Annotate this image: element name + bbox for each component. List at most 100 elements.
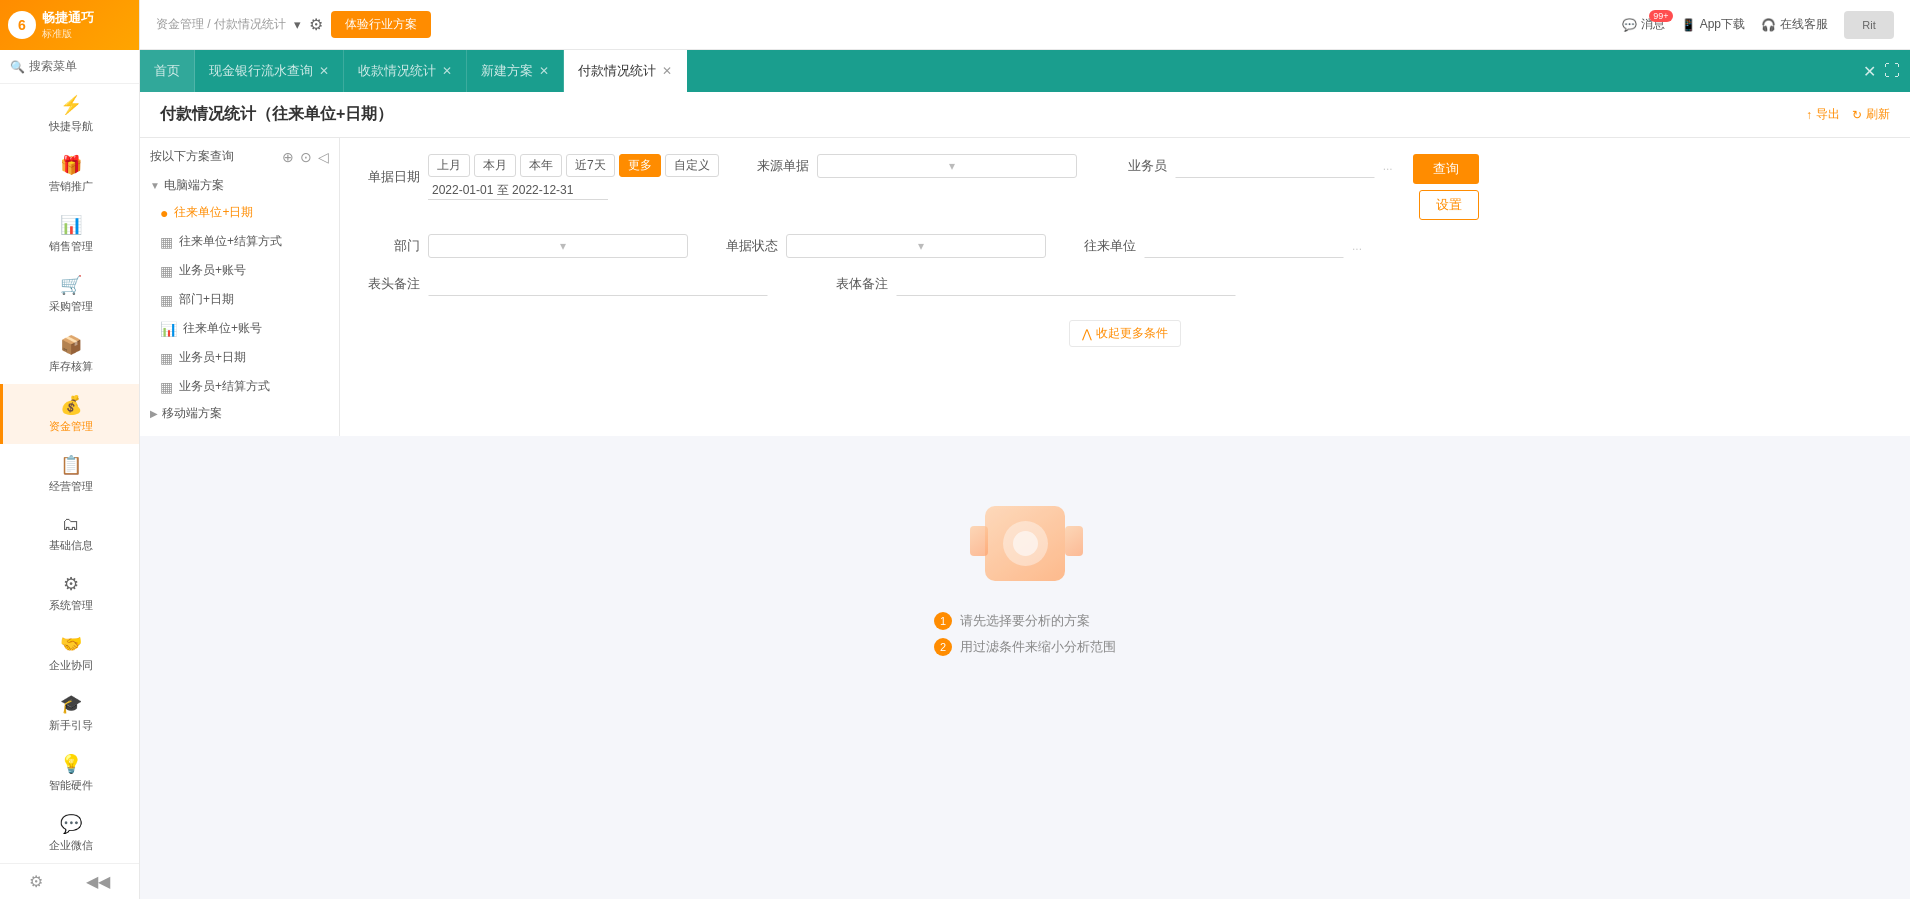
export-btn[interactable]: ↑ 导出	[1806, 106, 1840, 123]
sidebar-item-inventory[interactable]: 📦 库存核算	[0, 324, 139, 384]
sidebar-item-purchase[interactable]: 🛒 采购管理	[0, 264, 139, 324]
header-right: 💬 消息 99+ 📱 App下载 🎧 在线客服 Rit	[1622, 11, 1894, 39]
sidebar-item-enterprise[interactable]: 🤝 企业协同	[0, 623, 139, 683]
add-scheme-icon[interactable]: ⊕	[282, 149, 294, 165]
sidebar-search-btn[interactable]: 🔍 搜索菜单	[0, 50, 139, 84]
empty-text-list: 1 请先选择要分析的方案 2 用过滤条件来缩小分析范围	[934, 612, 1116, 664]
breadcrumb-dropdown-icon[interactable]: ▾	[294, 17, 301, 32]
scheme-item-staff-account[interactable]: ▦ 业务员+账号	[140, 256, 339, 285]
date-btn-last-month[interactable]: 上月	[428, 154, 470, 177]
select-arrow-icon: ▾	[918, 239, 1037, 253]
tab-new-plan-close-icon[interactable]: ✕	[539, 64, 549, 78]
sidebar-footer: ⚙ ◀◀	[0, 863, 139, 899]
scheme-active-icon: ●	[160, 205, 168, 221]
scheme-item-label: 往来单位+结算方式	[179, 233, 282, 250]
scheme-panel-title: 按以下方案查询	[150, 148, 234, 165]
header-settings-icon[interactable]: ⚙	[309, 15, 323, 34]
salesperson-field: 业务员 ...	[1097, 154, 1393, 178]
settings-footer-icon[interactable]: ⚙	[29, 872, 43, 891]
notifications-badge: 99+	[1649, 10, 1672, 22]
scheme-item-partner-account[interactable]: 📊 往来单位+账号	[140, 314, 339, 343]
table-header-note-input[interactable]	[428, 272, 768, 296]
collapse-label: 收起更多条件	[1096, 325, 1168, 342]
sidebar-item-newbie[interactable]: 🎓 新手引导	[0, 683, 139, 743]
scheme-item-partner-date[interactable]: ● 往来单位+日期	[140, 198, 339, 227]
tab-expand-icon[interactable]: ⛶	[1884, 62, 1900, 80]
sidebar-item-hardware[interactable]: 💡 智能硬件	[0, 743, 139, 803]
date-btn-custom[interactable]: 自定义	[665, 154, 719, 177]
sidebar-item-marketing[interactable]: 🎁 营销推广	[0, 144, 139, 204]
empty-step-2: 2 用过滤条件来缩小分析范围	[934, 638, 1116, 656]
user-avatar[interactable]: Rit	[1844, 11, 1894, 39]
settings-btn[interactable]: 设置	[1419, 190, 1479, 220]
date-btn-more[interactable]: 更多	[619, 154, 661, 177]
table-body-note-input[interactable]	[896, 272, 1236, 296]
empty-step-1: 1 请先选择要分析的方案	[934, 612, 1116, 630]
scheme-item-staff-settlement[interactable]: ▦ 业务员+结算方式	[140, 372, 339, 401]
quick-nav-icon: ⚡	[60, 94, 82, 116]
voucher-status-select[interactable]: ▾	[786, 234, 1046, 258]
date-btn-this-year[interactable]: 本年	[520, 154, 562, 177]
query-btn[interactable]: 查询	[1413, 154, 1479, 184]
refresh-btn[interactable]: ↻ 刷新	[1852, 106, 1890, 123]
tab-receipts[interactable]: 收款情况统计 ✕	[344, 50, 467, 92]
collapse-sidebar-icon[interactable]: ◀◀	[86, 872, 110, 891]
scheme-item-label: 往来单位+账号	[183, 320, 262, 337]
scheme-item-staff-date[interactable]: ▦ 业务员+日期	[140, 343, 339, 372]
scheme-icon: ▦	[160, 263, 173, 279]
sidebar-item-label: 新手引导	[49, 718, 93, 733]
sidebar-item-label: 库存核算	[49, 359, 93, 374]
settings-scheme-icon[interactable]: ⊙	[300, 149, 312, 165]
collapse-scheme-icon[interactable]: ◁	[318, 149, 329, 165]
department-select[interactable]: ▾	[428, 234, 688, 258]
scheme-panel: 按以下方案查询 ⊕ ⊙ ◁ ▼ 电脑端方案 ● 往来单位+日期	[140, 138, 340, 436]
tab-cashflow-label: 现金银行流水查询	[209, 62, 313, 80]
sidebar-item-operation[interactable]: 📋 经营管理	[0, 444, 139, 504]
scheme-group-desktop-header[interactable]: ▼ 电脑端方案	[140, 173, 339, 198]
tab-cashflow-close-icon[interactable]: ✕	[319, 64, 329, 78]
sidebar-item-base[interactable]: 🗂 基础信息	[0, 504, 139, 563]
source-voucher-select[interactable]: ▾	[817, 154, 1077, 178]
app-download-btn[interactable]: 📱 App下载	[1681, 16, 1745, 33]
scheme-item-partner-settlement[interactable]: ▦ 往来单位+结算方式	[140, 227, 339, 256]
filter-row-3: 表头备注 表体备注	[360, 272, 1890, 296]
tab-receipts-close-icon[interactable]: ✕	[442, 64, 452, 78]
sidebar-item-sales[interactable]: 📊 销售管理	[0, 204, 139, 264]
sidebar-item-quick-nav[interactable]: ⚡ 快捷导航	[0, 84, 139, 144]
scheme-item-dept-date[interactable]: ▦ 部门+日期	[140, 285, 339, 314]
wechat-icon: 💬	[60, 813, 82, 835]
table-body-note-field: 表体备注	[828, 272, 1236, 296]
date-range-input[interactable]	[428, 181, 608, 200]
partner-input[interactable]	[1144, 234, 1344, 258]
sidebar-header: 6 畅捷通巧 标准版	[0, 0, 139, 50]
tab-new-plan-label: 新建方案	[481, 62, 533, 80]
tab-payment-stats-close-icon[interactable]: ✕	[662, 64, 672, 78]
collapse-more-btn[interactable]: ⋀ 收起更多条件	[1069, 320, 1181, 347]
date-btn-7days[interactable]: 近7天	[566, 154, 615, 177]
scheme-group-mobile-header[interactable]: ▶ 移动端方案	[140, 401, 339, 426]
table-header-note-label: 表头备注	[360, 275, 420, 293]
scheme-item-label: 业务员+结算方式	[179, 378, 270, 395]
sidebar-item-funds[interactable]: 💰 资金管理	[0, 384, 139, 444]
headset-icon: 🎧	[1761, 18, 1776, 32]
voucher-status-label: 单据状态	[708, 237, 778, 255]
partner-more-icon[interactable]: ...	[1352, 239, 1362, 253]
sidebar-item-system[interactable]: ⚙ 系统管理	[0, 563, 139, 623]
sidebar-item-wechat[interactable]: 💬 企业微信	[0, 803, 139, 863]
empty-step-1-text: 请先选择要分析的方案	[960, 612, 1090, 630]
date-buttons: 上月 本月 本年 近7天 更多 自定义	[428, 154, 719, 177]
tab-new-plan[interactable]: 新建方案 ✕	[467, 50, 564, 92]
salesperson-input[interactable]	[1175, 154, 1375, 178]
partner-label: 往来单位	[1066, 237, 1136, 255]
tab-home[interactable]: 首页	[140, 50, 195, 92]
online-service-btn[interactable]: 🎧 在线客服	[1761, 16, 1828, 33]
salesperson-more-icon[interactable]: ...	[1383, 159, 1393, 173]
notifications-btn[interactable]: 💬 消息 99+	[1622, 16, 1665, 33]
date-btn-this-month[interactable]: 本月	[474, 154, 516, 177]
tab-payment-stats[interactable]: 付款情况统计 ✕	[564, 50, 687, 92]
tab-close-all-icon[interactable]: ✕	[1863, 62, 1876, 81]
trial-btn[interactable]: 体验行业方案	[331, 11, 431, 38]
scheme-icon: ▦	[160, 292, 173, 308]
tab-cashflow[interactable]: 现金银行流水查询 ✕	[195, 50, 344, 92]
group-arrow-icon: ▼	[150, 180, 160, 191]
